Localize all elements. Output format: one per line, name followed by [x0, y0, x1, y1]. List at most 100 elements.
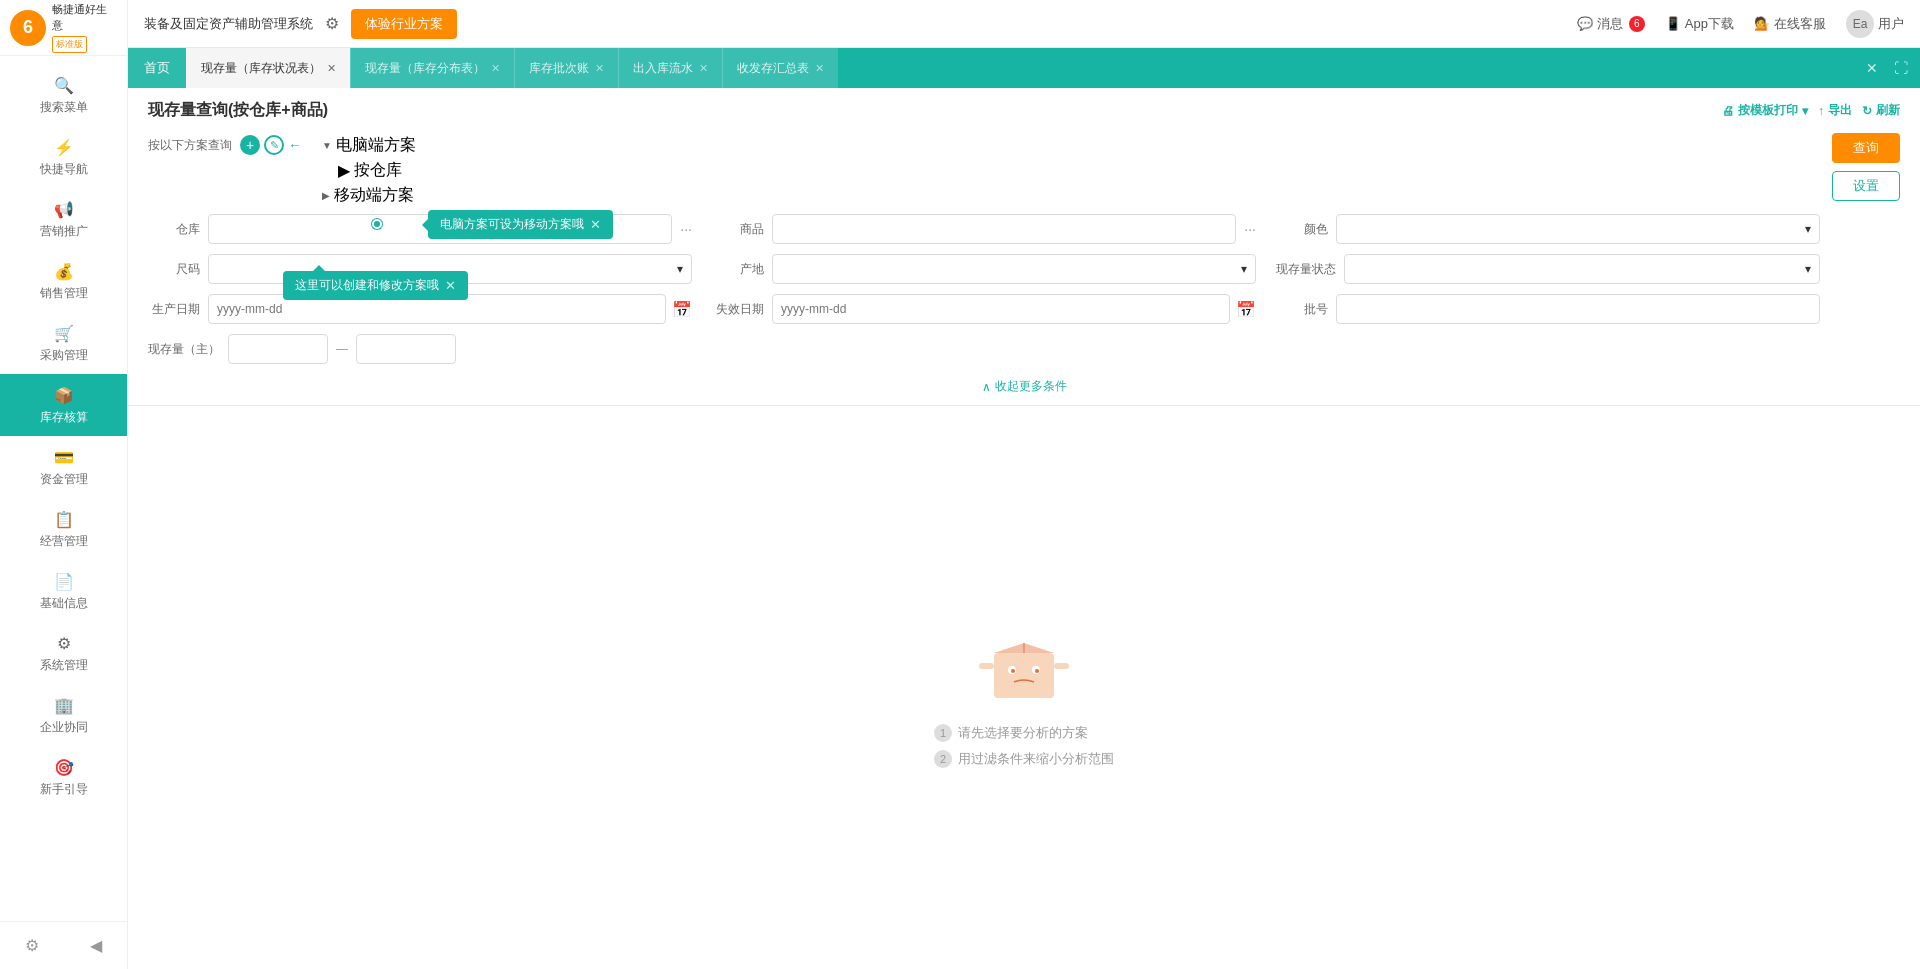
tab-inventory-dist-close[interactable]: ✕: [491, 62, 500, 75]
empty-tips: 1 请先选择要分析的方案 2 用过滤条件来缩小分析范围: [934, 724, 1114, 768]
tab-inventory-dist[interactable]: 现存量（库存分布表） ✕: [350, 48, 514, 88]
print-btn[interactable]: 🖨 按模板打印 ▾: [1722, 102, 1808, 119]
tab-flow-close[interactable]: ✕: [699, 62, 708, 75]
sidebar-item-marketing-label: 营销推广: [40, 223, 88, 240]
sidebar-logo: 6 畅捷通好生意 标准版: [0, 0, 127, 56]
message-label: 消息: [1597, 15, 1623, 33]
back-arrow-btn[interactable]: ←: [288, 137, 302, 153]
empty-state: 1 请先选择要分析的方案 2 用过滤条件来缩小分析范围: [128, 406, 1920, 969]
warehouse-more-icon[interactable]: ···: [680, 221, 692, 237]
popover2-text: 这里可以创建和修改方案哦: [295, 277, 439, 294]
settings-bottom-icon[interactable]: ⚙: [21, 932, 43, 959]
header-right: 💬 消息 6 📱 App下载 💁 在线客服 Ea 用户: [1577, 10, 1904, 38]
warehouse-label: 仓库: [148, 221, 200, 238]
service-icon: 💁: [1754, 16, 1770, 31]
tab-batch-close[interactable]: ✕: [595, 62, 604, 75]
settings-icon[interactable]: ⚙: [325, 14, 339, 33]
sidebar-item-basic[interactable]: 📄 基础信息: [0, 560, 127, 622]
tab-summary-label: 收发存汇总表: [737, 60, 809, 77]
collapse-sidebar-icon[interactable]: ◀: [86, 932, 106, 959]
origin-select-arrow: ▾: [1241, 262, 1247, 276]
tab-inventory-dist-label: 现存量（库存分布表）: [365, 60, 485, 77]
sidebar-item-inventory[interactable]: 📦 库存核算: [0, 374, 127, 436]
sidebar-item-enterprise[interactable]: 🏢 企业协同: [0, 684, 127, 746]
scheme-tree-inline: ▼ 电脑端方案 ▶ 按仓库 ▶ 移动端方案: [318, 133, 420, 208]
tip2-text: 用过滤条件来缩小分析范围: [958, 750, 1114, 768]
tab-flow-label: 出入库流水: [633, 60, 693, 77]
tab-expand-icon[interactable]: ⛶: [1890, 56, 1912, 80]
popover2-close[interactable]: ✕: [445, 278, 456, 293]
reset-btn[interactable]: 设置: [1832, 171, 1900, 201]
industry-btn[interactable]: 体验行业方案: [351, 9, 457, 39]
refresh-btn[interactable]: ↻ 刷新: [1862, 102, 1900, 119]
title-actions: 🖨 按模板打印 ▾ ↑ 导出 ↻ 刷新: [1722, 102, 1900, 119]
sidebar-nav: 🔍 搜索菜单 ⚡ 快捷导航 📢 营销推广 💰 销售管理 🛒 采购管理 📦 库存核…: [0, 56, 127, 921]
origin-select[interactable]: ▾: [772, 254, 1256, 284]
dot-indicator1: [372, 219, 382, 229]
page-title-row: 现存量查询(按仓库+商品) 🖨 按模板打印 ▾ ↑ 导出 ↻ 刷新: [148, 100, 1900, 121]
stock-qty-start[interactable]: [228, 334, 328, 364]
query-panel: 现存量查询(按仓库+商品) 🖨 按模板打印 ▾ ↑ 导出 ↻ 刷新: [128, 88, 1920, 406]
app-download-item[interactable]: 📱 App下载: [1665, 15, 1734, 33]
add-scheme-btn[interactable]: +: [240, 135, 260, 155]
sidebar-item-system[interactable]: ⚙ 系统管理: [0, 622, 127, 684]
finance-icon: 💳: [53, 446, 75, 468]
sidebar-item-purchase[interactable]: 🛒 采购管理: [0, 312, 127, 374]
brand-name: 畅捷通好生意: [52, 2, 117, 33]
scheme-mobile[interactable]: ▶ 移动端方案: [318, 183, 420, 208]
stock-status-field: 现存量状态 ▾: [1276, 254, 1820, 284]
tab-inventory-status-close[interactable]: ✕: [327, 62, 336, 75]
sidebar-item-operation[interactable]: 📋 经营管理: [0, 498, 127, 560]
color-field: 颜色 ▾: [1276, 214, 1820, 244]
query-action-btns: 查询 设置: [1832, 133, 1900, 201]
expire-date-start[interactable]: [772, 294, 1230, 324]
tab-inventory-status[interactable]: 现存量（库存状况表） ✕: [186, 48, 350, 88]
sales-icon: 💰: [53, 260, 75, 282]
avatar-text: Ea: [1853, 17, 1868, 31]
tab-home[interactable]: 首页: [128, 48, 186, 88]
tab-flow[interactable]: 出入库流水 ✕: [618, 48, 722, 88]
sidebar-item-search[interactable]: 🔍 搜索菜单: [0, 64, 127, 126]
system-name: 装备及固定资产辅助管理系统: [144, 15, 313, 33]
stock-qty-field: 现存量（主） —: [148, 334, 692, 364]
export-btn[interactable]: ↑ 导出: [1818, 102, 1852, 119]
produce-date-cal-icon[interactable]: 📅: [672, 300, 692, 319]
search-btn[interactable]: 查询: [1832, 133, 1900, 163]
sidebar-item-finance[interactable]: 💳 资金管理: [0, 436, 127, 498]
color-select[interactable]: ▾: [1336, 214, 1820, 244]
expire-date-cal-icon[interactable]: 📅: [1236, 300, 1256, 319]
sidebar-item-sales-label: 销售管理: [40, 285, 88, 302]
logo-icon: 6: [10, 10, 46, 46]
sidebar-item-nav[interactable]: ⚡ 快捷导航: [0, 126, 127, 188]
batch-label: 批号: [1276, 301, 1328, 318]
goods-field: 商品 ···: [712, 214, 1256, 244]
range-sep: —: [336, 342, 348, 356]
sidebar-item-sales[interactable]: 💰 销售管理: [0, 250, 127, 312]
expire-date-range: 📅: [772, 294, 1256, 324]
tab-inventory-status-label: 现存量（库存状况表）: [201, 60, 321, 77]
page-title: 现存量查询(按仓库+商品): [148, 100, 328, 121]
online-service-label: 在线客服: [1774, 15, 1826, 33]
goods-more-icon[interactable]: ···: [1244, 221, 1256, 237]
message-badge: 6: [1629, 16, 1645, 32]
tab-close-all-icon[interactable]: ✕: [1862, 56, 1882, 80]
stock-qty-end[interactable]: [356, 334, 456, 364]
tab-summary-close[interactable]: ✕: [815, 62, 824, 75]
goods-input[interactable]: [772, 214, 1236, 244]
message-item[interactable]: 💬 消息 6: [1577, 15, 1645, 33]
tip-num1: 1: [934, 724, 952, 742]
user-item[interactable]: Ea 用户: [1846, 10, 1904, 38]
sidebar-item-marketing[interactable]: 📢 营销推广: [0, 188, 127, 250]
popover1-close[interactable]: ✕: [590, 217, 601, 232]
online-service-item[interactable]: 💁 在线客服: [1754, 15, 1826, 33]
collapse-bar[interactable]: ∧ 收起更多条件: [148, 372, 1900, 397]
svg-point-3: [1011, 669, 1015, 673]
scheme-pc[interactable]: ▼ 电脑端方案: [318, 133, 420, 158]
scheme-sub1[interactable]: ▶ 按仓库: [334, 158, 420, 183]
edit-scheme-btn[interactable]: ✎: [264, 135, 284, 155]
tab-summary[interactable]: 收发存汇总表 ✕: [722, 48, 838, 88]
sidebar-item-guide[interactable]: 🎯 新手引导: [0, 746, 127, 808]
tab-batch[interactable]: 库存批次账 ✕: [514, 48, 618, 88]
batch-input[interactable]: [1336, 294, 1820, 324]
stock-status-select[interactable]: ▾: [1344, 254, 1820, 284]
